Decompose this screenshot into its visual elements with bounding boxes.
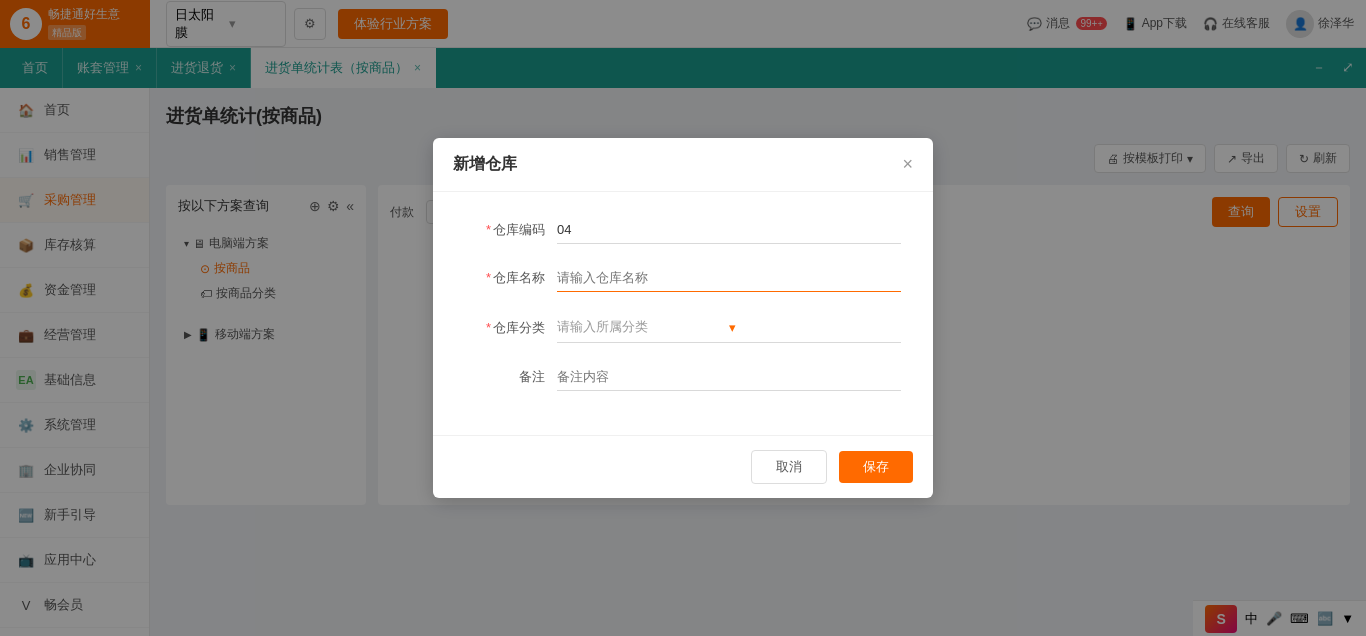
- code-input[interactable]: [557, 216, 901, 244]
- modal-overlay: 新增仓库 × *仓库编码 *仓库名称 *仓库分类: [0, 0, 1366, 636]
- note-input[interactable]: [557, 363, 901, 391]
- form-row-code: *仓库编码: [465, 216, 901, 244]
- modal-title: 新增仓库: [453, 154, 517, 175]
- code-label: *仓库编码: [465, 221, 545, 239]
- note-label: 备注: [465, 368, 545, 386]
- form-row-category: *仓库分类 请输入所属分类 ▾: [465, 312, 901, 343]
- category-chevron-icon: ▾: [729, 320, 901, 335]
- form-row-name: *仓库名称: [465, 264, 901, 292]
- modal-footer: 取消 保存: [433, 435, 933, 498]
- category-label: *仓库分类: [465, 319, 545, 337]
- name-input[interactable]: [557, 264, 901, 292]
- name-label: *仓库名称: [465, 269, 545, 287]
- modal-close-button[interactable]: ×: [902, 154, 913, 175]
- add-warehouse-modal: 新增仓库 × *仓库编码 *仓库名称 *仓库分类: [433, 138, 933, 498]
- modal-body: *仓库编码 *仓库名称 *仓库分类 请输入所属分类 ▾: [433, 192, 933, 435]
- modal-header: 新增仓库 ×: [433, 138, 933, 192]
- save-button[interactable]: 保存: [839, 451, 913, 483]
- category-select[interactable]: 请输入所属分类 ▾: [557, 312, 901, 343]
- cancel-button[interactable]: 取消: [751, 450, 827, 484]
- form-row-note: 备注: [465, 363, 901, 391]
